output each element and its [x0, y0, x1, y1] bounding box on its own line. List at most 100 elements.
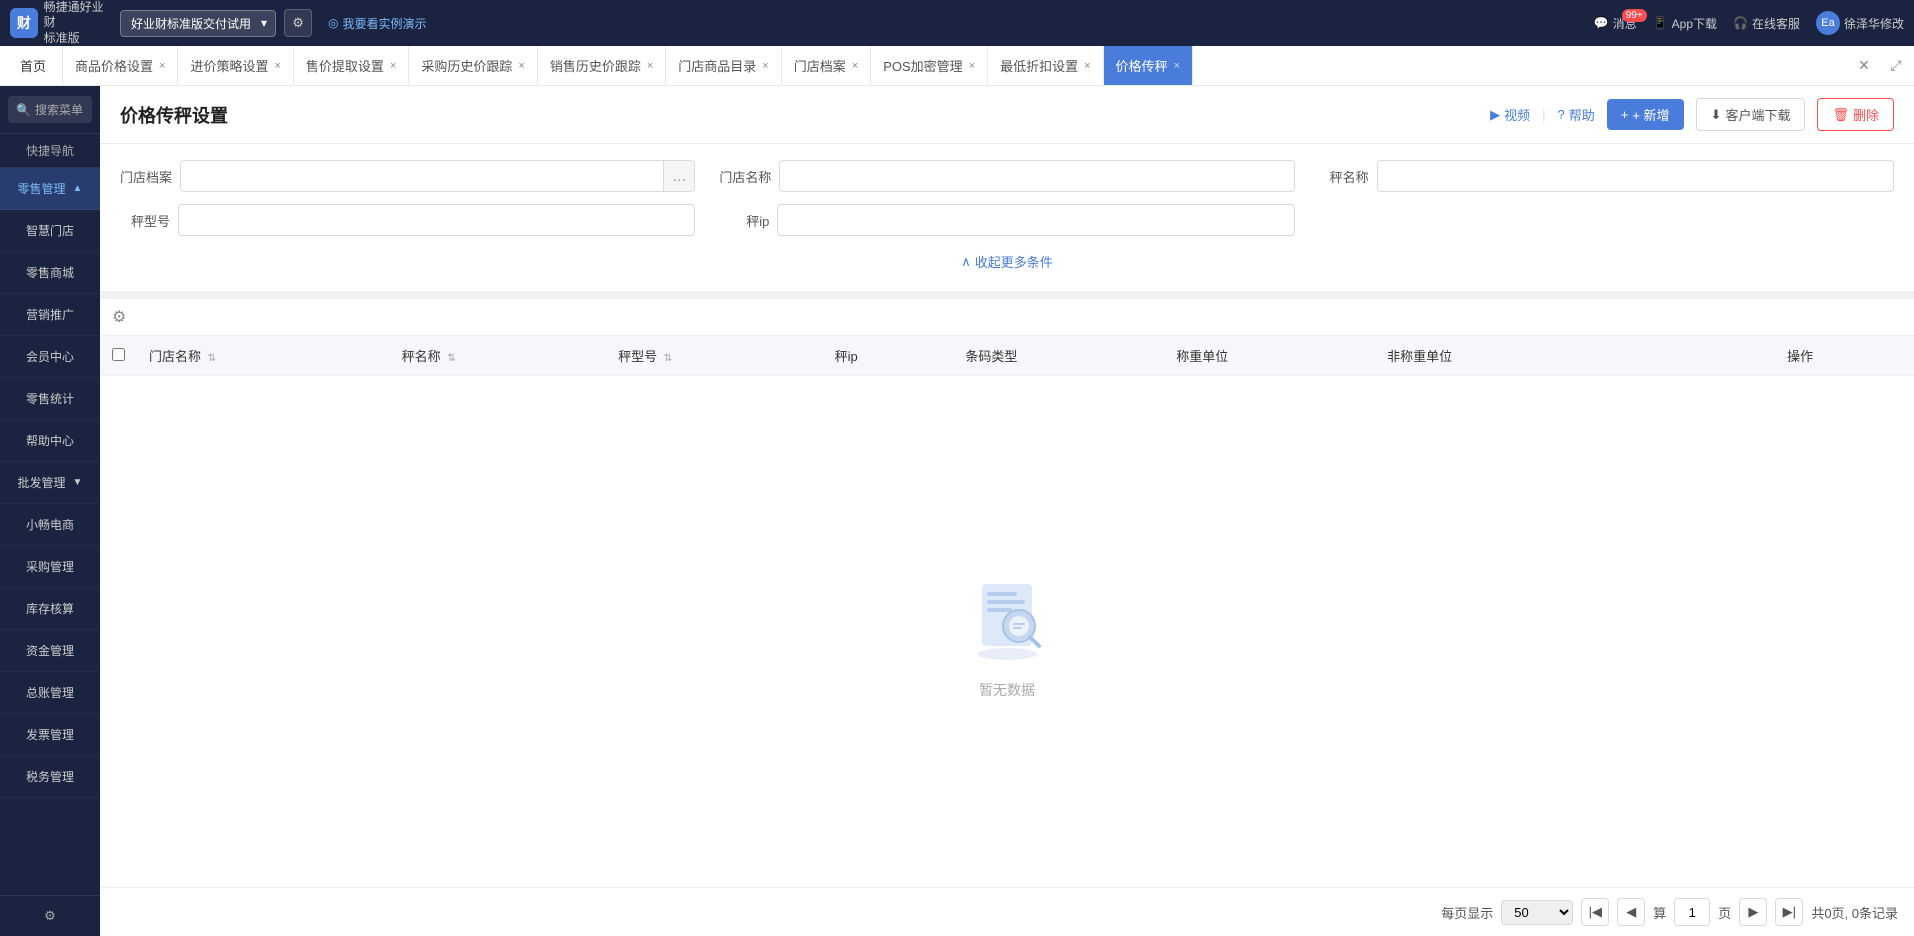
tab-close-icon[interactable]: × — [762, 60, 768, 72]
tab-close-icon[interactable]: × — [518, 60, 524, 72]
store-archive-input-wrapper: … — [180, 160, 695, 192]
logo-area: 财 畅捷通好业财 标准版 — [10, 0, 110, 46]
sort-icon[interactable]: ⇅ — [447, 353, 455, 364]
sidebar-item-purchase-manage[interactable]: 采购管理 — [0, 546, 100, 588]
tab-price-settings[interactable]: 商品价格设置 × — [63, 46, 178, 86]
app-logo-text: 畅捷通好业财 标准版 — [44, 0, 110, 46]
sidebar-item-member-center[interactable]: 会员中心 — [0, 336, 100, 378]
data-table: 门店名称 ⇅ 秤名称 ⇅ 秤型号 ⇅ 秤ip — [100, 336, 1914, 376]
tab-pos-manage[interactable]: POS加密管理 × — [871, 46, 988, 86]
col-non-weight-unit: 非称重单位 — [1375, 336, 1775, 376]
collapse-button[interactable]: ∧ 收起更多条件 — [961, 252, 1053, 271]
settings-button[interactable]: ⚙ — [284, 9, 312, 37]
sidebar-item-help-center[interactable]: 帮助中心 — [0, 420, 100, 462]
sidebar-item-retail-manage[interactable]: 零售管理 ▲ — [0, 168, 100, 210]
help-link[interactable]: ? 帮助 — [1557, 105, 1594, 124]
sort-icon[interactable]: ⇅ — [664, 353, 672, 364]
scale-name-input[interactable] — [1377, 160, 1894, 192]
video-link[interactable]: ▶ 视频 — [1490, 105, 1530, 124]
version-selector[interactable]: 好业财标准版交付试用 ▾ — [120, 10, 276, 37]
filter-area: 门店档案 … 门店名称 秤名称 秤型号 — [100, 144, 1914, 291]
tab-purchase-strategy[interactable]: 进价策略设置 × — [178, 46, 293, 86]
store-archive-input[interactable] — [181, 161, 663, 191]
app-download-button[interactable]: 📱 App下载 — [1653, 15, 1717, 32]
collapse-row: ∧ 收起更多条件 — [120, 248, 1894, 275]
add-button[interactable]: + + 新增 — [1607, 99, 1684, 130]
user-menu-button[interactable]: Ea 徐泽华修改 — [1816, 11, 1904, 35]
store-name-label: 门店名称 — [719, 167, 771, 186]
page-size-select[interactable]: 50 10 20 100 — [1501, 900, 1573, 925]
scale-model-label: 秤型号 — [120, 211, 170, 230]
tab-store-archive[interactable]: 门店档案 × — [782, 46, 871, 86]
sidebar-item-fund-manage[interactable]: 资金管理 — [0, 630, 100, 672]
chevron-down-icon: ▾ — [261, 16, 267, 30]
filter-row-1: 门店档案 … 门店名称 秤名称 — [120, 160, 1894, 192]
tab-close-icon[interactable]: × — [159, 60, 165, 72]
scale-model-input[interactable] — [178, 204, 695, 236]
empty-state-icon — [957, 564, 1057, 664]
tab-close-icon[interactable]: × — [647, 60, 653, 72]
empty-state: 暂无数据 — [100, 376, 1914, 887]
filter-store-archive: 门店档案 … — [120, 160, 695, 192]
tab-min-discount[interactable]: 最低折扣设置 × — [988, 46, 1103, 86]
store-archive-browse-button[interactable]: … — [663, 161, 694, 191]
download-icon: 📱 — [1653, 16, 1668, 30]
current-page-input[interactable] — [1674, 898, 1710, 926]
page-label: 页 — [1718, 903, 1731, 922]
sidebar-item-invoice-manage[interactable]: 发票管理 — [0, 714, 100, 756]
filter-store-name: 门店名称 — [719, 160, 1294, 192]
download-button[interactable]: ⬇ 客户端下载 — [1696, 98, 1806, 131]
sidebar-item-wholesale-manage[interactable]: 批发管理 ▼ — [0, 462, 100, 504]
first-page-button[interactable]: |◀ — [1581, 898, 1609, 926]
col-scale-model: 秤型号 ⇅ — [606, 336, 823, 376]
total-info: 共0页, 0条记录 — [1811, 903, 1898, 922]
tabs-right-actions: ✕ ⤢ — [1850, 52, 1910, 80]
tab-close-icon[interactable]: × — [274, 60, 280, 72]
messages-button[interactable]: 💬 消息 99+ — [1594, 15, 1637, 32]
tab-sale-history[interactable]: 销售历史价跟踪 × — [538, 46, 666, 86]
tab-purchase-history[interactable]: 采购历史价跟踪 × — [409, 46, 537, 86]
close-tab-button[interactable]: ✕ — [1850, 52, 1878, 80]
prev-page-button[interactable]: ◀ — [1617, 898, 1645, 926]
store-name-input[interactable] — [779, 160, 1294, 192]
chevron-down-icon: ▼ — [73, 477, 83, 488]
sort-icon[interactable]: ⇅ — [208, 353, 216, 364]
tab-close-icon[interactable]: × — [852, 60, 858, 72]
online-service-button[interactable]: 🎧 在线客服 — [1733, 15, 1800, 32]
tab-close-icon[interactable]: × — [1174, 60, 1180, 72]
tab-price-scale[interactable]: 价格传秤 × — [1104, 46, 1193, 86]
table-header-row: 门店名称 ⇅ 秤名称 ⇅ 秤型号 ⇅ 秤ip — [100, 336, 1914, 376]
select-all-checkbox[interactable] — [112, 348, 125, 361]
delete-icon: 🗑 — [1832, 107, 1849, 123]
video-icon: ▶ — [1490, 107, 1500, 123]
sidebar-quick-nav[interactable]: 快捷导航 — [0, 134, 100, 168]
col-weight-unit: 称重单位 — [1164, 336, 1375, 376]
table-settings-icon[interactable]: ⚙ — [112, 307, 126, 327]
sidebar-item-smart-store[interactable]: 智慧门店 — [0, 210, 100, 252]
sidebar-item-inventory[interactable]: 库存核算 — [0, 588, 100, 630]
expand-tab-button[interactable]: ⤢ — [1882, 52, 1910, 80]
tab-close-icon[interactable]: × — [390, 60, 396, 72]
sidebar: 🔍 搜索菜单 快捷导航 零售管理 ▲ 智慧门店 零售商城 营销推广 会员中心 零… — [0, 86, 100, 936]
sidebar-item-marketing[interactable]: 营销推广 — [0, 294, 100, 336]
tab-sale-price[interactable]: 售价提取设置 × — [294, 46, 409, 86]
sidebar-item-retail-stats[interactable]: 零售统计 — [0, 378, 100, 420]
scale-ip-input[interactable] — [777, 204, 1294, 236]
demo-button[interactable]: ◎ 我要看实例演示 — [328, 15, 427, 32]
tab-close-icon[interactable]: × — [1084, 60, 1090, 72]
tab-store-catalog[interactable]: 门店商品目录 × — [666, 46, 781, 86]
checkbox-header[interactable] — [100, 336, 137, 376]
delete-button[interactable]: 🗑 删除 — [1817, 98, 1894, 131]
sidebar-item-xiaochangec[interactable]: 小畅电商 — [0, 504, 100, 546]
last-page-button[interactable]: ▶| — [1775, 898, 1803, 926]
sidebar-settings-button[interactable]: ⚙ — [0, 895, 100, 936]
tab-home[interactable]: 首页 — [4, 46, 63, 86]
sidebar-item-tax-manage[interactable]: 税务管理 — [0, 756, 100, 798]
next-page-button[interactable]: ▶ — [1739, 898, 1767, 926]
sidebar-item-retail-mall[interactable]: 零售商城 — [0, 252, 100, 294]
table-area: ⚙ 门店名称 ⇅ 秤名称 ⇅ — [100, 299, 1914, 936]
tab-close-icon[interactable]: × — [969, 60, 975, 72]
help-icon: ? — [1557, 107, 1564, 122]
search-menu-button[interactable]: 🔍 搜索菜单 — [8, 96, 92, 123]
sidebar-item-account-manage[interactable]: 总账管理 — [0, 672, 100, 714]
